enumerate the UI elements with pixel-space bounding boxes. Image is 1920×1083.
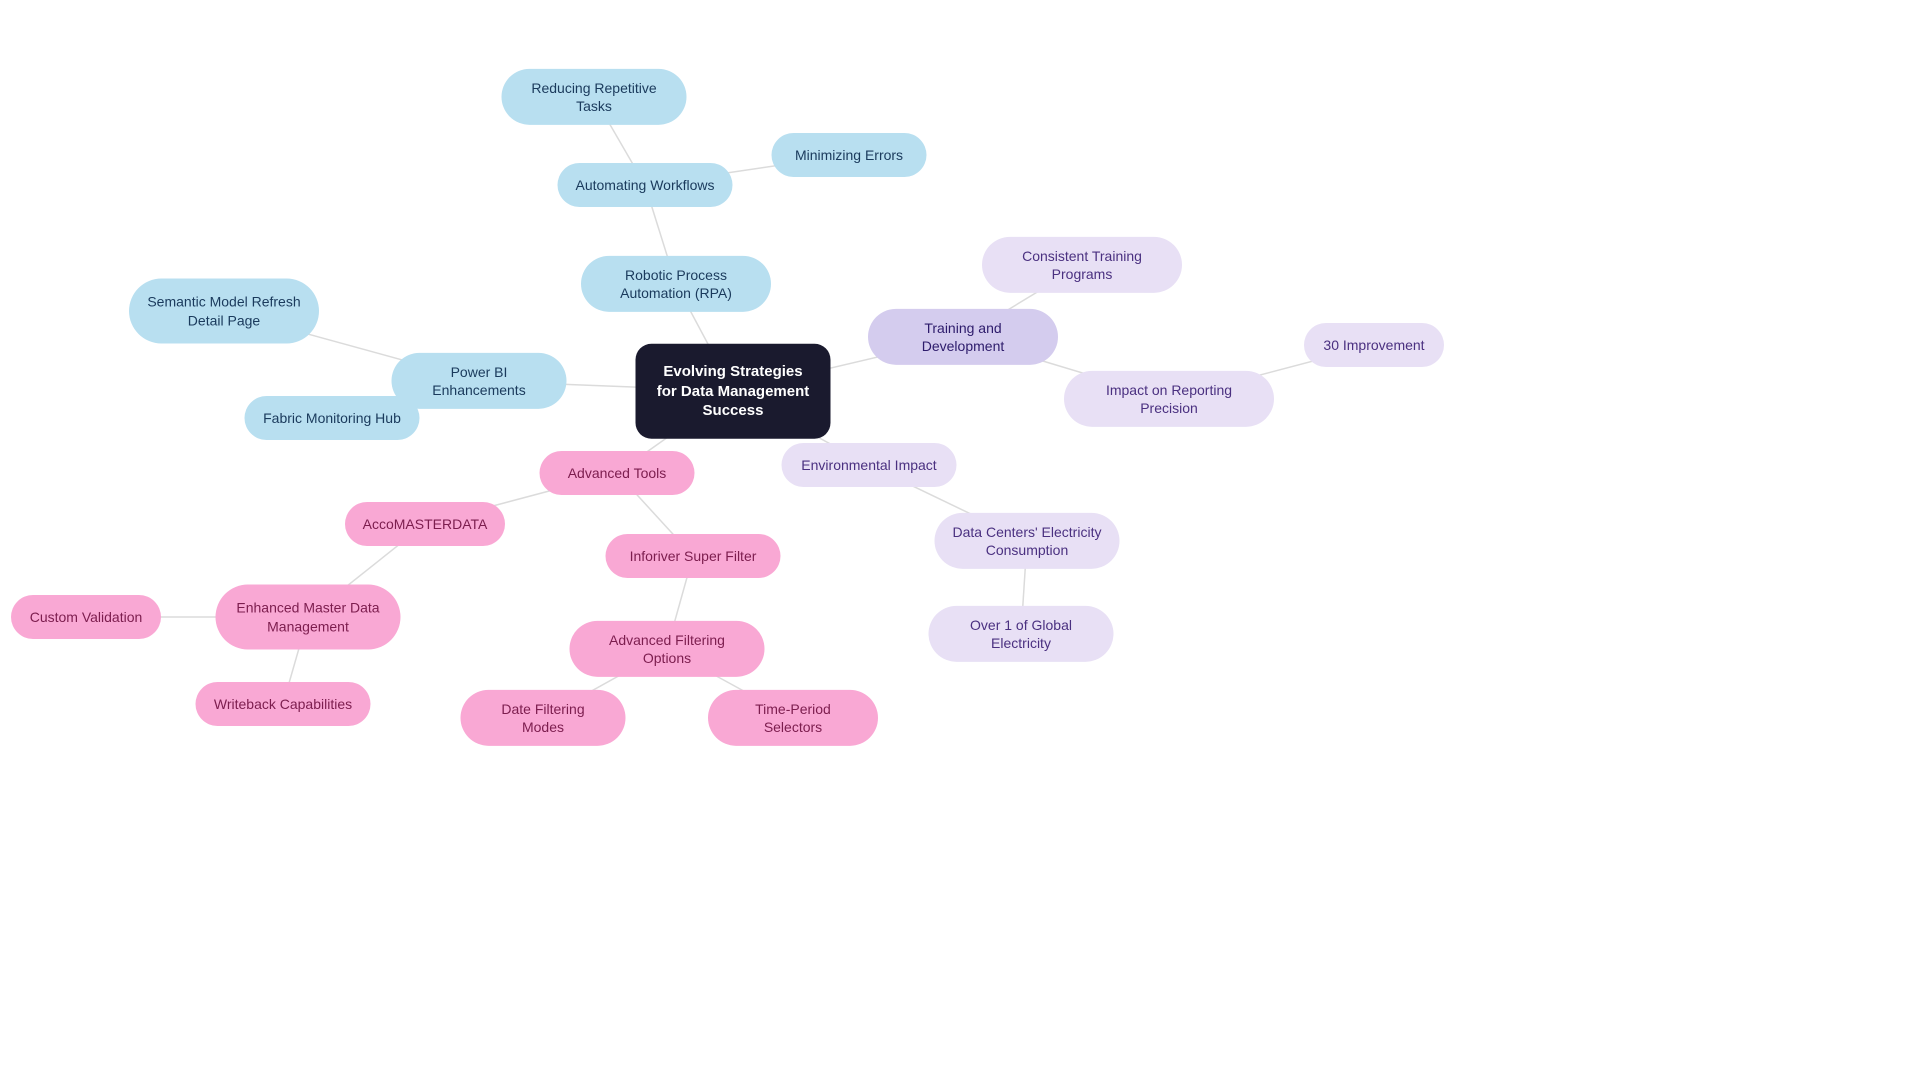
node-datacenters[interactable]: Data Centers' Electricity Consumption xyxy=(935,513,1120,569)
node-automating[interactable]: Automating Workflows xyxy=(558,163,733,207)
node-consistent[interactable]: Consistent Training Programs xyxy=(982,237,1182,293)
node-accomaster[interactable]: AccoMASTERDATA xyxy=(345,502,505,546)
node-timeperiod[interactable]: Time-Period Selectors xyxy=(708,690,878,746)
node-impact[interactable]: Impact on Reporting Precision xyxy=(1064,371,1274,427)
node-powerbi[interactable]: Power BI Enhancements xyxy=(392,353,567,409)
node-reducing[interactable]: Reducing Repetitive Tasks xyxy=(502,69,687,125)
node-inforiver[interactable]: Inforiver Super Filter xyxy=(606,534,781,578)
mindmap-container: Evolving Strategies for Data Management … xyxy=(0,0,1920,1083)
node-enhanced[interactable]: Enhanced Master Data Management xyxy=(216,585,401,650)
node-writeback[interactable]: Writeback Capabilities xyxy=(196,682,371,726)
node-fabric[interactable]: Fabric Monitoring Hub xyxy=(245,396,420,440)
node-semantic[interactable]: Semantic Model Refresh Detail Page xyxy=(129,279,319,344)
node-advanced[interactable]: Advanced Tools xyxy=(540,451,695,495)
node-center[interactable]: Evolving Strategies for Data Management … xyxy=(636,344,831,439)
node-over1[interactable]: Over 1 of Global Electricity xyxy=(929,606,1114,662)
node-training[interactable]: Training and Development xyxy=(868,309,1058,365)
node-datefilter[interactable]: Date Filtering Modes xyxy=(461,690,626,746)
node-advfilter[interactable]: Advanced Filtering Options xyxy=(570,621,765,677)
node-rpa[interactable]: Robotic Process Automation (RPA) xyxy=(581,256,771,312)
node-improvement[interactable]: 30 Improvement xyxy=(1304,323,1444,367)
node-environmental[interactable]: Environmental Impact xyxy=(782,443,957,487)
node-custom[interactable]: Custom Validation xyxy=(11,595,161,639)
node-minimizing[interactable]: Minimizing Errors xyxy=(772,133,927,177)
